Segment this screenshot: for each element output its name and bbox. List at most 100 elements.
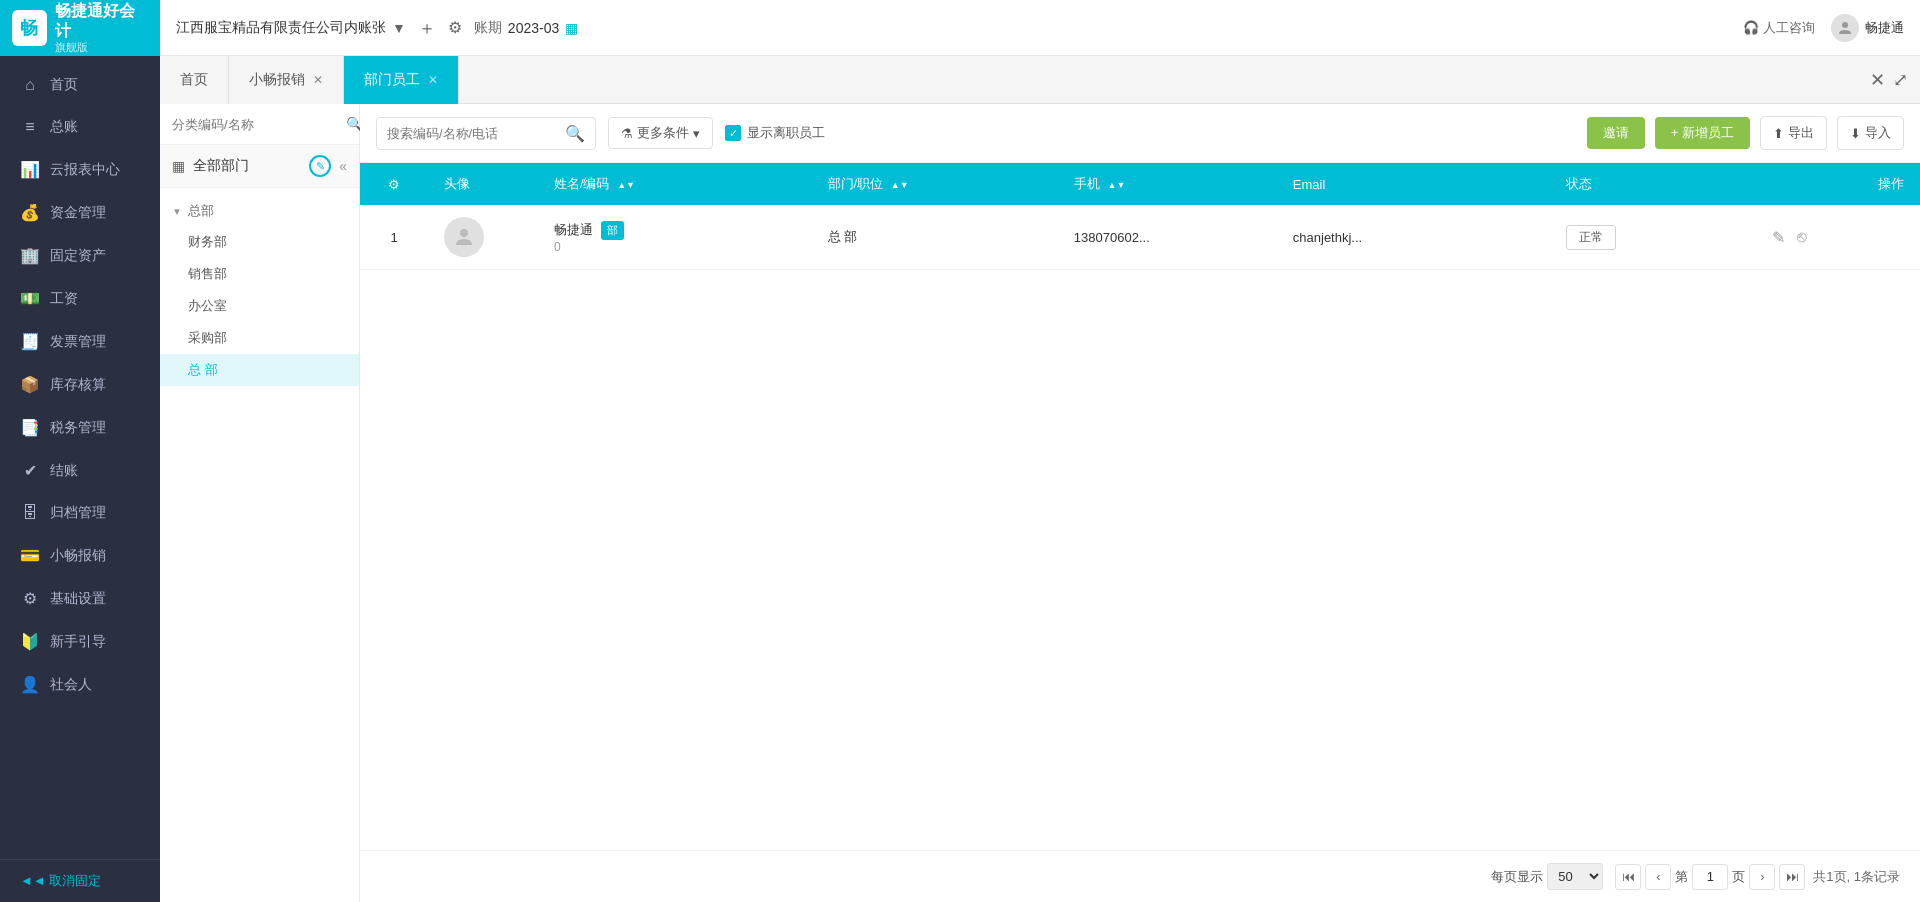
expense-icon: 💳	[20, 546, 40, 565]
settings-button[interactable]: ⚙	[448, 18, 462, 37]
name-cell: 畅捷通 部	[554, 221, 796, 240]
tax-icon: 📑	[20, 418, 40, 437]
content-area: 🔍 ▦ 全部部门 ✎ « ▼ 总部 财务部 销售部 办公室 采购部 总 部	[160, 104, 1920, 902]
row-phone: 138070602...	[1058, 205, 1277, 270]
sidebar-item-cloud-report[interactable]: 📊 云报表中心	[0, 148, 160, 191]
sidebar-item-label: 新手引导	[50, 633, 106, 651]
row-actions: ✎ ⎋	[1756, 205, 1920, 270]
action-icons: ✎ ⎋	[1772, 228, 1904, 247]
first-page-button[interactable]: ⏮	[1615, 864, 1641, 890]
prev-page-button[interactable]: ‹	[1645, 864, 1671, 890]
show-resigned-checkbox[interactable]: ✓ 显示离职员工	[725, 124, 825, 142]
sidebar-item-expense[interactable]: 💳 小畅报销	[0, 534, 160, 577]
sidebar-item-social[interactable]: 👤 社会人	[0, 663, 160, 706]
col-settings[interactable]: ⚙	[360, 163, 428, 205]
sidebar-item-label: 税务管理	[50, 419, 106, 437]
per-page-select[interactable]: 50 100 200	[1547, 863, 1603, 890]
sidebar-item-payroll[interactable]: 💵 工资	[0, 277, 160, 320]
archive-icon: 🗄	[20, 504, 40, 522]
main-search-icon[interactable]: 🔍	[565, 124, 585, 143]
period-selector[interactable]: 账期 2023-03 ▦	[474, 19, 578, 37]
sidebar-item-invoice[interactable]: 🧾 发票管理	[0, 320, 160, 363]
company-selector[interactable]: 江西服宝精品有限责任公司内账张 ▼	[176, 19, 406, 37]
svg-point-1	[460, 229, 468, 237]
filter-label: 更多条件	[637, 124, 689, 142]
tab-home[interactable]: 首页	[160, 56, 229, 104]
export-button[interactable]: ⬆ 导出	[1760, 116, 1827, 150]
support-label: 人工咨询	[1763, 19, 1815, 37]
svg-point-0	[1842, 22, 1848, 28]
next-page-button[interactable]: ›	[1749, 864, 1775, 890]
pagination: 每页显示 50 100 200 ⏮ ‹ 第 页 › ⏭	[360, 850, 1920, 902]
sidebar-item-tax[interactable]: 📑 税务管理	[0, 406, 160, 449]
sidebar-item-label: 小畅报销	[50, 547, 106, 565]
close-window-button[interactable]: ✕	[1870, 69, 1885, 91]
dept-collapse-icon[interactable]: «	[339, 158, 347, 174]
col-status: 状态	[1550, 163, 1755, 205]
sidebar-item-closing[interactable]: ✔ 结账	[0, 449, 160, 492]
tab-expense-close[interactable]: ✕	[313, 73, 323, 87]
sidebar-item-archive[interactable]: 🗄 归档管理	[0, 492, 160, 534]
unpin-button[interactable]: ◄◄ 取消固定	[0, 859, 160, 902]
calendar-icon[interactable]: ▦	[565, 20, 578, 36]
topbar-right: 🎧 人工咨询 畅捷通	[1743, 14, 1904, 42]
edit-button[interactable]: ✎	[1772, 228, 1785, 247]
sidebar-item-home[interactable]: ⌂ 首页	[0, 64, 160, 106]
filter-icon: ⚗	[621, 126, 633, 141]
col-dept[interactable]: 部门/职位 ▲▼	[812, 163, 1058, 205]
sidebar-item-label: 固定资产	[50, 247, 106, 265]
page-input[interactable]	[1692, 864, 1728, 890]
row-email: chanjethkj...	[1277, 205, 1551, 270]
import-button[interactable]: ⬇ 导入	[1837, 116, 1904, 150]
user-menu[interactable]: 畅捷通	[1831, 14, 1904, 42]
sidebar-item-label: 资金管理	[50, 204, 106, 222]
tab-expense[interactable]: 小畅报销 ✕	[229, 56, 344, 104]
company-dropdown-icon[interactable]: ▼	[392, 20, 406, 36]
dept-header-text: 全部部门	[193, 157, 301, 175]
tab-department-close[interactable]: ✕	[428, 73, 438, 87]
cloud-report-icon: 📊	[20, 160, 40, 179]
last-page-button[interactable]: ⏭	[1779, 864, 1805, 890]
sort-name-icon[interactable]: ▲▼	[617, 181, 635, 190]
left-search-input[interactable]	[172, 117, 340, 132]
new-employee-button[interactable]: + 新增员工	[1655, 117, 1750, 149]
status-badge: 正常	[1566, 225, 1616, 250]
sidebar-item-fixed-assets[interactable]: 🏢 固定资产	[0, 234, 160, 277]
sidebar-item-settings[interactable]: ⚙ 基础设置	[0, 577, 160, 620]
col-phone[interactable]: 手机 ▲▼	[1058, 163, 1277, 205]
col-name[interactable]: 姓名/编码 ▲▼	[538, 163, 812, 205]
sidebar-item-label: 工资	[50, 290, 78, 308]
sidebar-item-label: 首页	[50, 76, 78, 94]
dept-group-total[interactable]: ▼ 总部	[160, 196, 359, 226]
sidebar-item-ledger[interactable]: ≡ 总账	[0, 106, 160, 148]
dept-child-finance[interactable]: 财务部	[160, 226, 359, 258]
maximize-window-button[interactable]: ⤢	[1893, 69, 1908, 91]
checkbox-label-text: 显示离职员工	[747, 124, 825, 142]
filter-button[interactable]: ⚗ 更多条件 ▾	[608, 117, 713, 149]
sort-phone-icon[interactable]: ▲▼	[1107, 181, 1125, 190]
tab-department[interactable]: 部门员工 ✕	[344, 56, 459, 104]
sidebar-item-label: 库存核算	[50, 376, 106, 394]
row-dept: 总 部	[812, 205, 1058, 270]
invite-button[interactable]: 邀请	[1587, 117, 1645, 149]
support-button[interactable]: 🎧 人工咨询	[1743, 19, 1815, 37]
toolbar-right: 邀请 + 新增员工 ⬆ 导出 ⬇ 导入	[1587, 116, 1904, 150]
sidebar-item-inventory[interactable]: 📦 库存核算	[0, 363, 160, 406]
add-tab-button[interactable]: ＋	[418, 16, 436, 40]
main-search-input[interactable]	[387, 126, 559, 141]
sidebar-item-label: 云报表中心	[50, 161, 120, 179]
dept-child-purchase[interactable]: 采购部	[160, 322, 359, 354]
dept-child-office[interactable]: 办公室	[160, 290, 359, 322]
dept-edit-button[interactable]: ✎	[309, 155, 331, 177]
logout-button[interactable]: ⎋	[1797, 228, 1807, 246]
col-email: Email	[1277, 163, 1551, 205]
col-actions: 操作	[1756, 163, 1920, 205]
dept-child-sales[interactable]: 销售部	[160, 258, 359, 290]
dept-child-general[interactable]: 总 部	[160, 354, 359, 386]
user-label: 畅捷通	[1865, 19, 1904, 37]
tabs-bar: 首页 小畅报销 ✕ 部门员工 ✕ ✕ ⤢	[160, 56, 1920, 104]
right-panel: 🔍 ⚗ 更多条件 ▾ ✓ 显示离职员工 邀请 + 新增员工	[360, 104, 1920, 902]
sidebar-item-guide[interactable]: 🔰 新手引导	[0, 620, 160, 663]
sidebar-item-funds[interactable]: 💰 资金管理	[0, 191, 160, 234]
sort-dept-icon[interactable]: ▲▼	[891, 181, 909, 190]
